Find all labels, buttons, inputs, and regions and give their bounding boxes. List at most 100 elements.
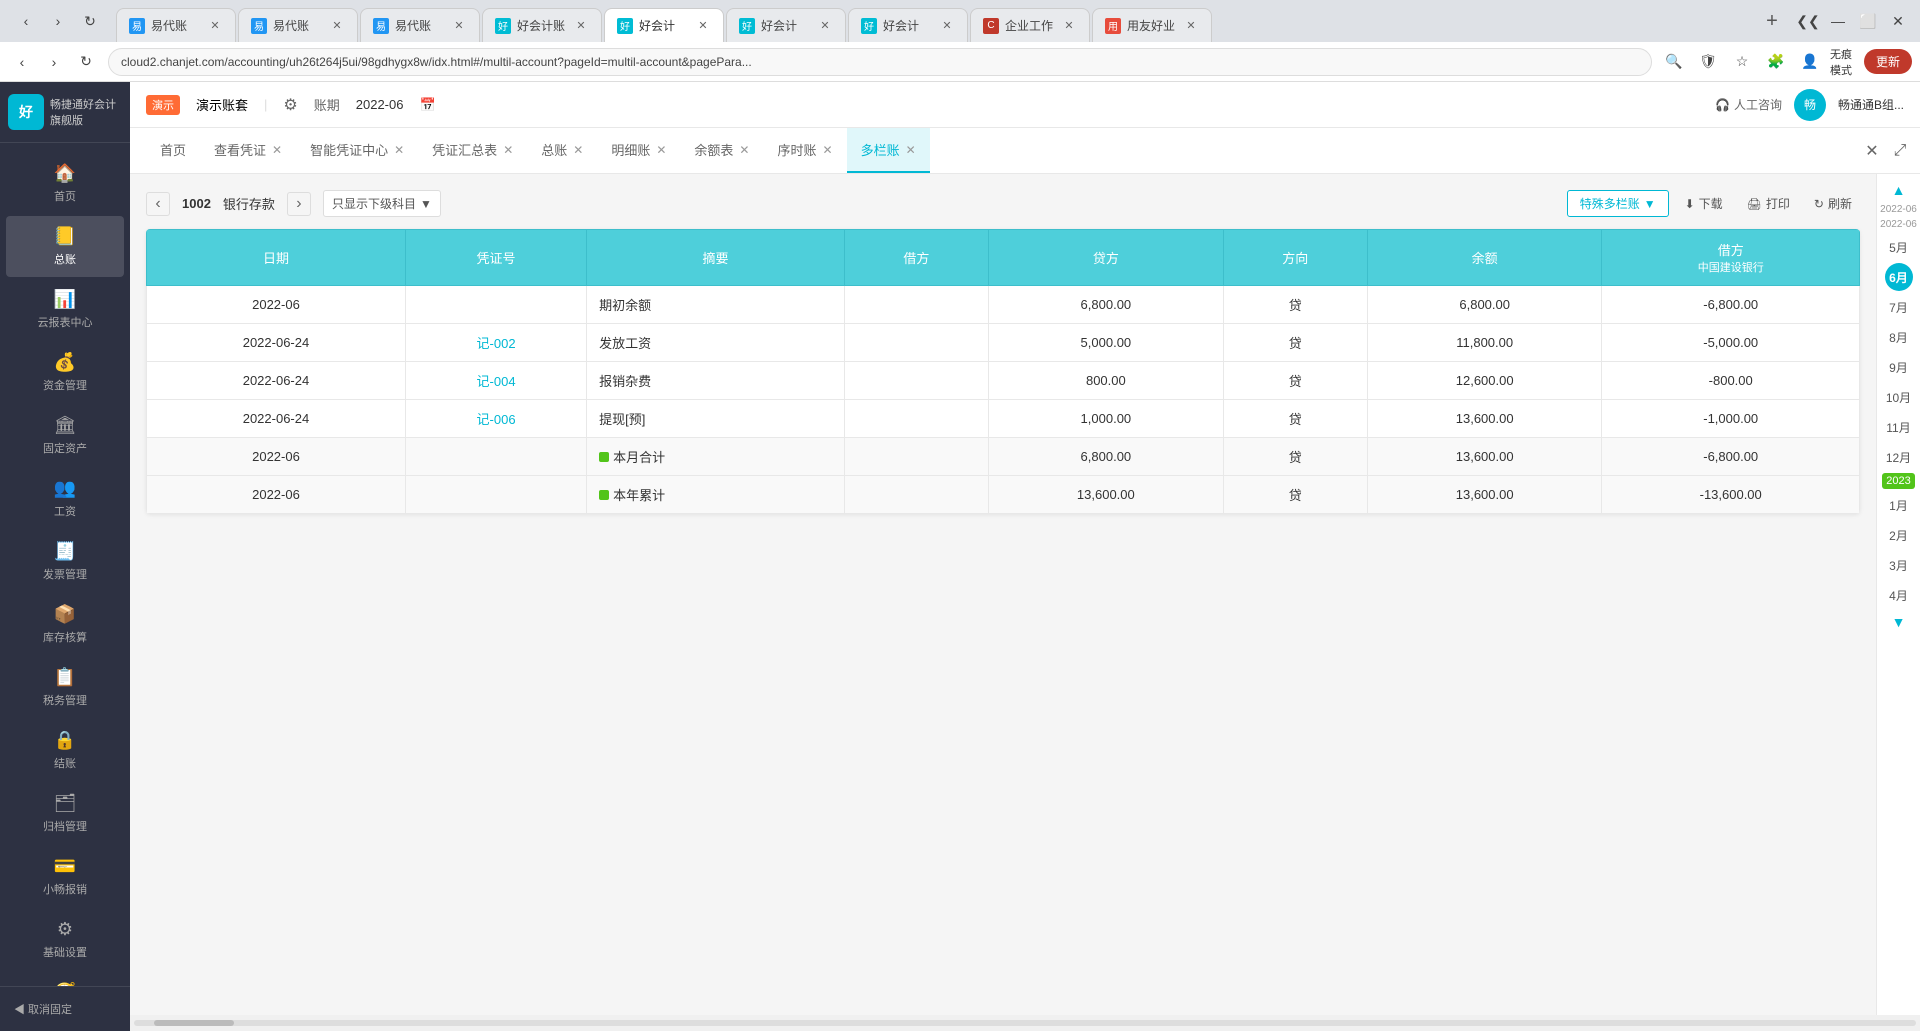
tab-close-icon[interactable]: ✕ bbox=[695, 18, 711, 34]
search-icon[interactable]: 🔍 bbox=[1660, 48, 1688, 76]
tab-close-icon[interactable]: ✕ bbox=[939, 18, 955, 34]
reload-button[interactable]: ↻ bbox=[76, 7, 104, 35]
cal-month-9月[interactable]: 9月 bbox=[1881, 353, 1917, 381]
nav-tab-detail-ledger[interactable]: 明细账✕ bbox=[597, 128, 680, 173]
unpin-button[interactable]: ◀ 取消固定 bbox=[8, 995, 122, 1023]
browser-tab-t9[interactable]: 用 用友好业 ✕ bbox=[1092, 8, 1212, 42]
settings-gear-icon[interactable]: ⚙ bbox=[283, 95, 297, 115]
tab-close-icon[interactable]: ✕ bbox=[817, 18, 833, 34]
user-profile-icon[interactable]: 👤 bbox=[1796, 48, 1824, 76]
star-icon[interactable]: ☆ bbox=[1728, 48, 1756, 76]
cal-month-1月[interactable]: 1月 bbox=[1881, 491, 1917, 519]
consult-button[interactable]: 🎧 人工咨询 bbox=[1715, 96, 1782, 113]
calendar-icon[interactable]: 📅 bbox=[419, 97, 435, 113]
sidebar-item-inventory[interactable]: 📦 库存核算 bbox=[6, 594, 124, 655]
browser-tab-t8[interactable]: C 企业工作 ✕ bbox=[970, 8, 1090, 42]
new-tab-button[interactable]: + bbox=[1758, 7, 1786, 35]
cal-month-4月[interactable]: 4月 bbox=[1881, 581, 1917, 609]
tab-close-icon[interactable]: ✕ bbox=[573, 18, 589, 34]
browser-tab-t3[interactable]: 易 易代账 ✕ bbox=[360, 8, 480, 42]
browser-tab-t4[interactable]: 好 好会计账 ✕ bbox=[482, 8, 602, 42]
nav-tab-close-voucher-view[interactable]: ✕ bbox=[272, 143, 282, 157]
sidebar-item-settings[interactable]: ⚙ 基础设置 bbox=[6, 909, 124, 970]
browser-tab-t1[interactable]: 易 易代账 ✕ bbox=[116, 8, 236, 42]
shield-icon[interactable]: 🛡 bbox=[1694, 48, 1722, 76]
nav-tab-sequence-ledger[interactable]: 序时账✕ bbox=[763, 128, 846, 173]
filter-dropdown[interactable]: 只显示下级科目 ▼ bbox=[323, 190, 441, 217]
special-multicolumn-button[interactable]: 特殊多栏账 ▼ bbox=[1567, 190, 1669, 217]
cal-month-11月[interactable]: 11月 bbox=[1881, 413, 1917, 441]
addr-back-button[interactable]: ‹ bbox=[8, 48, 36, 76]
wuhen-mode-btn[interactable]: 无痕模式 bbox=[1830, 48, 1858, 76]
sidebar-item-close[interactable]: 🔒 结账 bbox=[6, 720, 124, 781]
prev-account-button[interactable]: ‹ bbox=[146, 192, 170, 216]
voucher-link[interactable]: 记-004 bbox=[477, 374, 516, 389]
cal-month-8月[interactable]: 8月 bbox=[1881, 323, 1917, 351]
restore-button[interactable]: ⬜ bbox=[1854, 7, 1882, 35]
collapse-panel-button[interactable]: ✕ bbox=[1860, 139, 1884, 163]
cal-year-marker[interactable]: 2023 bbox=[1882, 473, 1914, 489]
calendar-up-arrow[interactable]: ▲ bbox=[1888, 178, 1910, 202]
cell-voucher[interactable]: 记-006 bbox=[405, 400, 586, 438]
cell-voucher[interactable]: 记-002 bbox=[405, 324, 586, 362]
download-button[interactable]: ⬇ 下载 bbox=[1677, 190, 1731, 217]
sidebar-item-expense[interactable]: 💳 小畅报销 bbox=[6, 846, 124, 907]
tab-close-icon[interactable]: ✕ bbox=[1183, 18, 1199, 34]
nav-tab-general-ledger[interactable]: 总账✕ bbox=[527, 128, 597, 173]
voucher-link[interactable]: 记-002 bbox=[477, 336, 516, 351]
horizontal-scrollbar[interactable] bbox=[130, 1015, 1920, 1031]
sidebar-item-invoice[interactable]: 🧾 发票管理 bbox=[6, 531, 124, 592]
sidebar-item-home[interactable]: 🏠 首页 bbox=[6, 153, 124, 214]
sidebar-item-ledger[interactable]: 📒 总账 bbox=[6, 216, 124, 277]
nav-tab-close-sequence-ledger[interactable]: ✕ bbox=[823, 143, 833, 157]
tab-close-icon[interactable]: ✕ bbox=[1061, 18, 1077, 34]
sidebar-item-report[interactable]: 📊 云报表中心 bbox=[6, 279, 124, 340]
cal-month-12月[interactable]: 12月 bbox=[1881, 443, 1917, 471]
sidebar-item-asset[interactable]: 🏛 固定资产 bbox=[6, 405, 124, 466]
nav-tab-close-voucher-summary[interactable]: ✕ bbox=[503, 143, 513, 157]
tab-close-icon[interactable]: ✕ bbox=[451, 18, 467, 34]
address-input[interactable] bbox=[108, 48, 1652, 76]
addr-reload-button[interactable]: ↻ bbox=[72, 48, 100, 76]
minimize-arrow[interactable]: ❮❮ bbox=[1794, 7, 1822, 35]
nav-tab-smart-voucher[interactable]: 智能凭证中心✕ bbox=[296, 128, 418, 173]
refresh-button[interactable]: ↻ 刷新 bbox=[1806, 190, 1860, 217]
nav-tab-close-balance[interactable]: ✕ bbox=[739, 143, 749, 157]
print-button[interactable]: 🖨 打印 bbox=[1739, 190, 1798, 217]
browser-tab-t5[interactable]: 好 好会计 ✕ bbox=[604, 8, 724, 42]
nav-tab-close-general-ledger[interactable]: ✕ bbox=[573, 143, 583, 157]
minimize-button[interactable]: — bbox=[1824, 7, 1852, 35]
extensions-icon[interactable]: 🧩 bbox=[1762, 48, 1790, 76]
nav-tab-balance[interactable]: 余额表✕ bbox=[680, 128, 763, 173]
calendar-down-arrow[interactable]: ▼ bbox=[1888, 610, 1910, 634]
update-button[interactable]: 更新 bbox=[1864, 49, 1912, 74]
sidebar-item-archive[interactable]: 🗂 归档管理 bbox=[6, 783, 124, 844]
cal-month-7月[interactable]: 7月 bbox=[1881, 293, 1917, 321]
tab-close-icon[interactable]: ✕ bbox=[207, 18, 223, 34]
browser-tab-t2[interactable]: 易 易代账 ✕ bbox=[238, 8, 358, 42]
cal-month-6月[interactable]: 6月 bbox=[1885, 263, 1913, 291]
nav-tab-home[interactable]: 首页 bbox=[146, 128, 200, 173]
cal-month-3月[interactable]: 3月 bbox=[1881, 551, 1917, 579]
sidebar-item-fund[interactable]: 💰 资金管理 bbox=[6, 342, 124, 403]
addr-forward-button[interactable]: › bbox=[40, 48, 68, 76]
next-account-button[interactable]: › bbox=[287, 192, 311, 216]
back-button[interactable]: ‹ bbox=[12, 7, 40, 35]
expand-panel-button[interactable]: ⤢ bbox=[1888, 139, 1912, 163]
voucher-link[interactable]: 记-006 bbox=[477, 412, 516, 427]
sidebar-item-tax[interactable]: 📋 税务管理 bbox=[6, 657, 124, 718]
browser-tab-t6[interactable]: 好 好会计 ✕ bbox=[726, 8, 846, 42]
tab-close-icon[interactable]: ✕ bbox=[329, 18, 345, 34]
scroll-thumb[interactable] bbox=[154, 1020, 234, 1026]
cal-month-2月[interactable]: 2月 bbox=[1881, 521, 1917, 549]
nav-tab-close-multi-column[interactable]: ✕ bbox=[906, 143, 916, 157]
nav-tab-voucher-summary[interactable]: 凭证汇总表✕ bbox=[418, 128, 527, 173]
browser-tab-t7[interactable]: 好 好会计 ✕ bbox=[848, 8, 968, 42]
cal-month-5月[interactable]: 5月 bbox=[1881, 233, 1917, 261]
nav-tab-close-detail-ledger[interactable]: ✕ bbox=[656, 143, 666, 157]
forward-button[interactable]: › bbox=[44, 7, 72, 35]
sidebar-item-salary[interactable]: 👥 工资 bbox=[6, 468, 124, 529]
nav-tab-multi-column[interactable]: 多栏账✕ bbox=[847, 128, 930, 173]
nav-tab-close-smart-voucher[interactable]: ✕ bbox=[394, 143, 404, 157]
sidebar-item-guide[interactable]: 🧭 新手引导 bbox=[6, 972, 124, 986]
